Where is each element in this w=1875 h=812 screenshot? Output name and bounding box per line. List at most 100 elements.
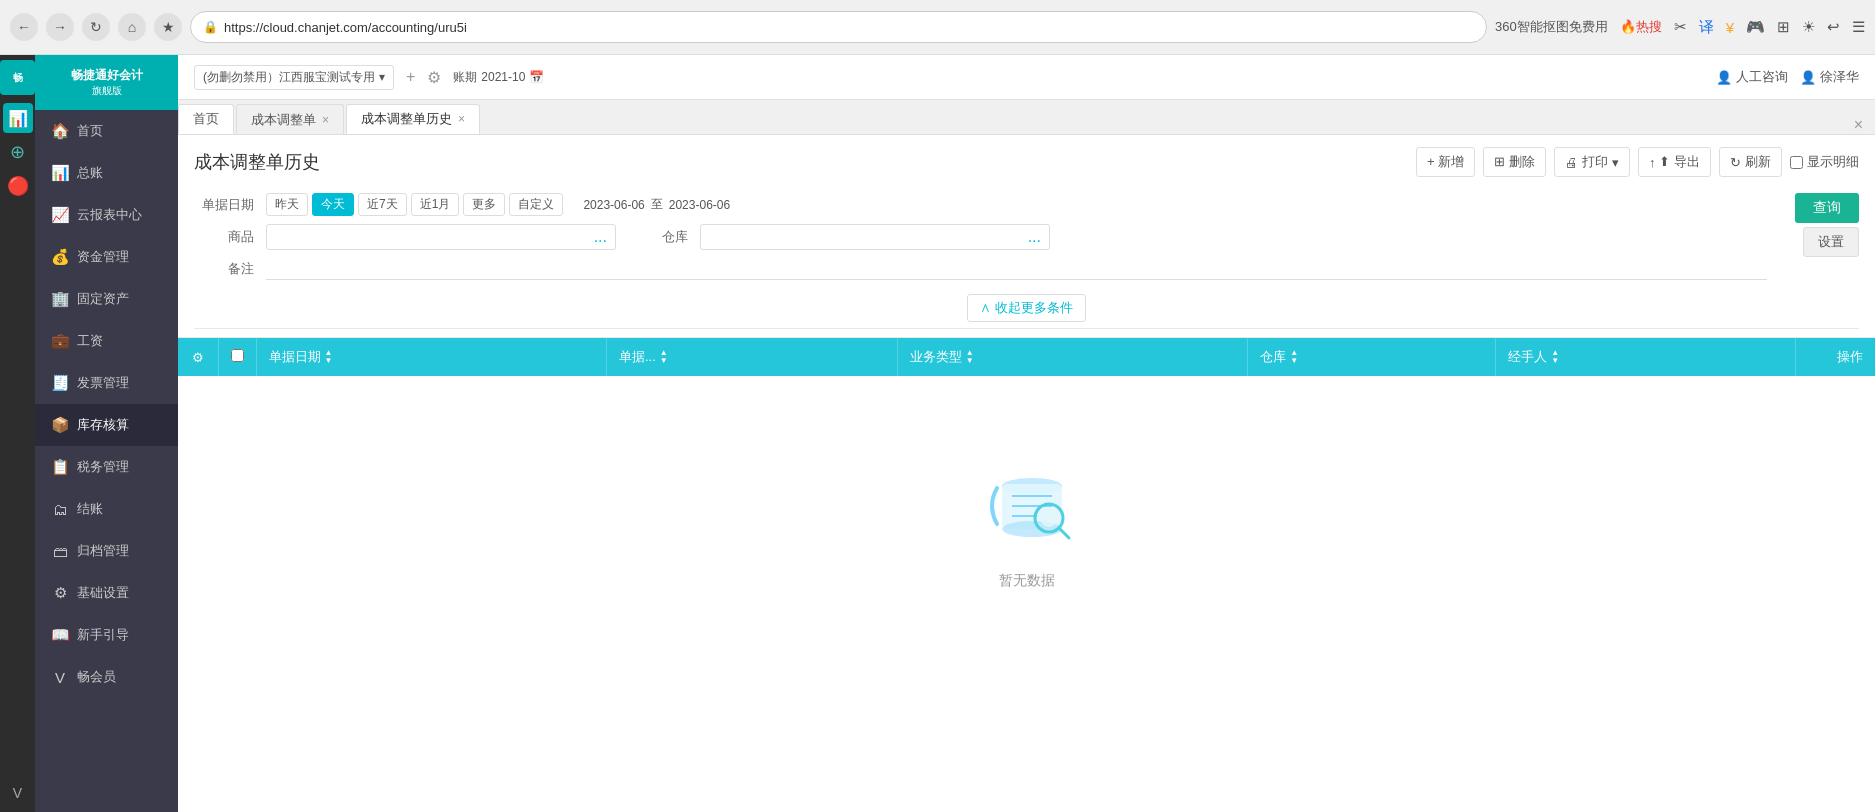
sidebar-item-settings[interactable]: ⚙基础设置 [35,572,178,614]
date-btn-yesterday[interactable]: 昨天 [266,193,308,216]
sidebar-item-guide[interactable]: 📖新手引导 [35,614,178,656]
tab-cost-adjust-history-close[interactable]: × [458,112,465,126]
sidebar-label-payroll: 工资 [77,332,103,350]
th-date[interactable]: 单据日期▲▼ [256,338,606,376]
back-button[interactable]: ← [10,13,38,41]
menu-icon[interactable]: ☰ [1852,18,1865,36]
sort-icon-handler[interactable]: ▲▼ [1551,349,1559,365]
user-service[interactable]: 👤 人工咨询 [1716,68,1788,86]
settings-col-icon[interactable]: ⚙ [192,350,204,365]
reload-button[interactable]: ↻ [82,13,110,41]
refresh-btn[interactable]: ↻ 刷新 [1719,147,1782,177]
date-btn-7days[interactable]: 近7天 [358,193,407,216]
sidebar-item-funds[interactable]: 💰资金管理 [35,236,178,278]
tab-cost-adjust[interactable]: 成本调整单 × [236,104,344,134]
sidebar-item-member[interactable]: V畅会员 [35,656,178,698]
sort-icon-date[interactable]: ▲▼ [325,349,333,365]
new-btn[interactable]: + 新增 [1416,147,1475,177]
notes-input[interactable] [266,258,1767,280]
sidebar-item-closing[interactable]: 🗂结账 [35,488,178,530]
tab-cost-adjust-close[interactable]: × [322,113,329,127]
sidebar-item-reports[interactable]: 📈 云报表中心 [35,194,178,236]
user-name[interactable]: 👤 徐泽华 [1800,68,1859,86]
sidebar-label-reports: 云报表中心 [77,206,142,224]
rail-icon-active[interactable]: 📊 [3,103,33,133]
th-checkbox [218,338,256,376]
date-btn-1month[interactable]: 近1月 [411,193,460,216]
sidebar-item-payroll[interactable]: 💼工资 [35,320,178,362]
th-number[interactable]: 单据...▲▼ [606,338,897,376]
sidebar-label-ledger: 总账 [77,164,103,182]
undo-icon[interactable]: ↩ [1827,18,1840,36]
home-button[interactable]: ⌂ [118,13,146,41]
delete-btn[interactable]: ⊞ 删除 [1483,147,1546,177]
top-bar: (勿删勿禁用）江西服宝测试专用 ▾ + ⚙ 账期 2021-10 📅 👤 人工咨… [178,55,1875,100]
search-label: 360智能抠图免费用 [1495,18,1608,36]
star-button[interactable]: ★ [154,13,182,41]
th-biz_type[interactable]: 业务类型▲▼ [897,338,1247,376]
display-detail-toggle[interactable]: 显示明细 [1790,153,1859,171]
collapse-btn[interactable]: ∧ 收起更多条件 [967,294,1086,322]
calendar-icon[interactable]: 📅 [529,70,544,84]
warehouse-select[interactable]: ... [700,224,1050,250]
tab-home[interactable]: 首页 [178,104,234,134]
sort-icon-number[interactable]: ▲▼ [660,349,668,365]
date-btn-more[interactable]: 更多 [463,193,505,216]
close-window-btn[interactable]: × [1842,116,1875,134]
tab-cost-adjust-history[interactable]: 成本调整单历史 × [346,104,480,134]
select-all-checkbox[interactable] [231,349,244,362]
rail-icon-4[interactable]: V [3,778,33,808]
scissors-icon[interactable]: ✂ [1674,18,1687,36]
date-btn-custom[interactable]: 自定义 [509,193,563,216]
warehouse-more-dots[interactable]: ... [1028,228,1041,246]
filter-row-notes: 备注 [194,258,1767,280]
setting-btn[interactable]: 设置 [1803,227,1859,257]
translate-icon[interactable]: 译 [1699,18,1714,37]
export-btn[interactable]: ↑ ⬆ 导出 [1638,147,1711,177]
th-handler[interactable]: 经手人▲▼ [1496,338,1795,376]
rail-icon-3[interactable]: 🔴 [3,171,33,201]
sort-icon-warehouse[interactable]: ▲▼ [1290,349,1298,365]
th-settings: ⚙ [178,338,218,376]
grid-icon[interactable]: ⊞ [1777,18,1790,36]
hot-label: 🔥热搜 [1620,18,1662,36]
query-btn[interactable]: 查询 [1795,193,1859,223]
add-tab-icon[interactable]: + [406,68,415,86]
print-icon: 🖨 [1565,155,1578,170]
date-to: 2023-06-06 [669,198,730,212]
sidebar-item-ledger[interactable]: 📊总账 [35,152,178,194]
service-label: 人工咨询 [1736,68,1788,86]
th-label-handler: 经手人 [1508,348,1547,366]
sidebar-item-inventory[interactable]: 📦库存核算 [35,404,178,446]
print-btn[interactable]: 🖨 打印 ▾ [1554,147,1630,177]
th-label-date: 单据日期 [269,348,321,366]
sidebar-item-home[interactable]: 🏠首页 [35,110,178,152]
sidebar-icon-reports: 📈 [51,206,69,224]
sidebar-label-tax: 税务管理 [77,458,129,476]
sort-icon-biz_type[interactable]: ▲▼ [966,349,974,365]
sun-icon[interactable]: ☀ [1802,18,1815,36]
coin-icon[interactable]: ¥ [1726,19,1734,36]
display-detail-checkbox[interactable] [1790,156,1803,169]
settings-icon[interactable]: ⚙ [427,68,441,87]
sidebar-item-archive[interactable]: 🗃归档管理 [35,530,178,572]
forward-button[interactable]: → [46,13,74,41]
notes-label: 备注 [194,260,254,278]
goods-more-dots[interactable]: ... [594,228,607,246]
sidebar-icon-inventory: 📦 [51,416,69,434]
sidebar-label-archive: 归档管理 [77,542,129,560]
game-icon[interactable]: 🎮 [1746,18,1765,36]
sidebar-item-fixed-assets[interactable]: 🏢固定资产 [35,278,178,320]
goods-select[interactable]: ... [266,224,616,250]
company-selector[interactable]: (勿删勿禁用）江西服宝测试专用 ▾ [194,65,394,90]
sidebar-item-tax[interactable]: 📋税务管理 [35,446,178,488]
sidebar-item-invoice[interactable]: 🧾发票管理 [35,362,178,404]
th-warehouse[interactable]: 仓库▲▼ [1248,338,1496,376]
empty-icon [977,456,1077,556]
sidebar-icon-fixed-assets: 🏢 [51,290,69,308]
date-btn-today[interactable]: 今天 [312,193,354,216]
sidebar-label-member: 畅会员 [77,668,116,686]
th-label-biz_type: 业务类型 [910,348,962,366]
url-bar[interactable]: 🔒 https://cloud.chanjet.com/accounting/u… [190,11,1487,43]
rail-icon-2[interactable]: ⊕ [3,137,33,167]
